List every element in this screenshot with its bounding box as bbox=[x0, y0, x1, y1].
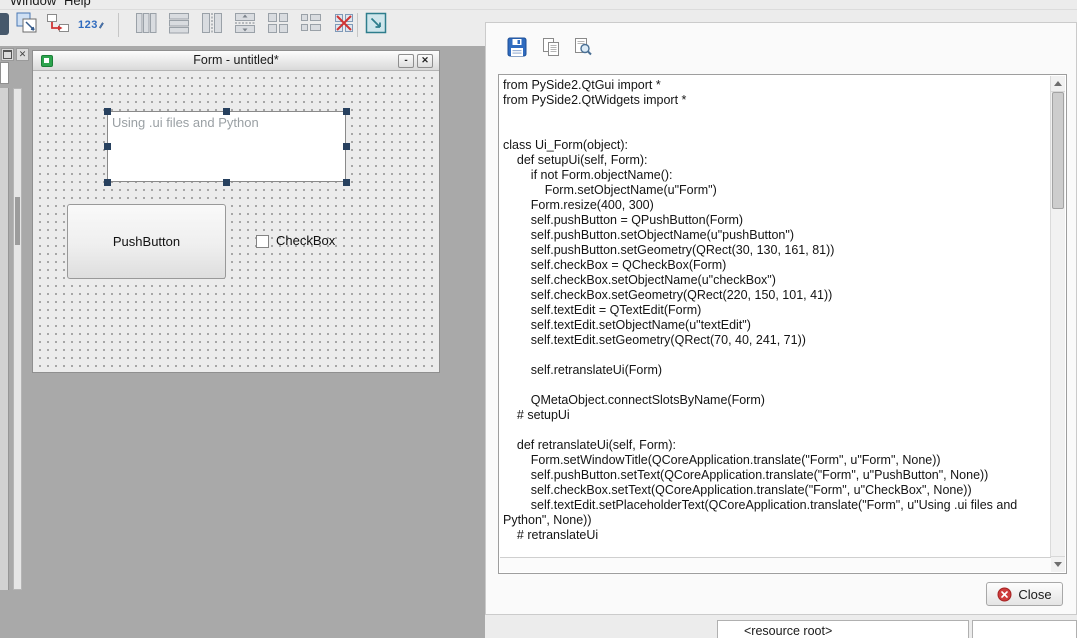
scrollbar-thumb[interactable] bbox=[1052, 92, 1064, 209]
layout-vertically-button[interactable] bbox=[166, 12, 192, 38]
menubar: Window Help bbox=[0, 0, 1077, 10]
code-preview-dialog: from PySide2.QtGui import * from PySide2… bbox=[485, 22, 1077, 615]
form-window-title: Form - untitled* bbox=[33, 53, 439, 67]
dock-panel-edge bbox=[0, 88, 9, 590]
edit-signals-slots-icon bbox=[45, 10, 71, 41]
dock-close-button[interactable]: ✕ bbox=[16, 48, 29, 61]
form-editor-window: Form - untitled* - ✕ Using .ui files and… bbox=[32, 50, 440, 373]
up-triangle-icon bbox=[1054, 81, 1062, 86]
toolbar-separator bbox=[118, 13, 119, 37]
dock-close-icon: ✕ bbox=[19, 49, 27, 60]
layout-vertical-splitter-button[interactable] bbox=[232, 12, 258, 38]
layout-horizontal-splitter-button[interactable] bbox=[199, 12, 225, 38]
edit-tab-order-button[interactable]: 123 bbox=[78, 12, 104, 38]
dock-panel-fragment bbox=[0, 62, 9, 84]
edit-tab-order-icon: 123 bbox=[78, 19, 98, 31]
find-button[interactable] bbox=[570, 36, 596, 62]
close-circle-icon bbox=[997, 587, 1012, 602]
checkbox-indicator[interactable] bbox=[256, 235, 269, 248]
resource-root-item[interactable]: <resource root> bbox=[744, 624, 832, 638]
adjust-size-button[interactable] bbox=[363, 12, 389, 38]
selection-handle-bottom-right[interactable] bbox=[343, 179, 350, 186]
close-button[interactable]: Close bbox=[986, 582, 1063, 606]
tab-order-pen-icon bbox=[98, 18, 104, 32]
selection-handle-top-left[interactable] bbox=[104, 108, 111, 115]
layout-grid-icon bbox=[266, 11, 290, 40]
form-close-button[interactable]: ✕ bbox=[417, 54, 433, 68]
pushbutton-widget[interactable]: PushButton bbox=[67, 204, 226, 279]
generated-python-code: from PySide2.QtGui import * from PySide2… bbox=[503, 78, 1043, 543]
edit-widgets-button[interactable] bbox=[14, 12, 40, 38]
menu-item-help[interactable]: Help bbox=[64, 0, 91, 8]
break-layout-button[interactable] bbox=[331, 12, 357, 38]
resource-browser-fragment: <resource root> bbox=[717, 620, 969, 638]
menu-item-window[interactable]: Window bbox=[10, 0, 56, 8]
scroll-down-arrow[interactable] bbox=[1051, 556, 1065, 572]
textedit-placeholder-text: Using .ui files and Python bbox=[112, 115, 259, 130]
layout-horizontal-splitter-icon bbox=[200, 11, 224, 40]
dock-float-icon bbox=[3, 50, 12, 59]
checkbox-widget-label[interactable]: CheckBox bbox=[276, 233, 335, 248]
selection-handle-top-right[interactable] bbox=[343, 108, 350, 115]
save-button[interactable] bbox=[504, 36, 530, 62]
layout-horizontally-button[interactable] bbox=[133, 12, 159, 38]
layout-vertical-splitter-icon bbox=[233, 11, 257, 40]
edit-widgets-icon bbox=[14, 10, 40, 41]
page-search-icon bbox=[572, 36, 594, 63]
dock-scrollbar[interactable] bbox=[13, 88, 22, 590]
form-minimize-button[interactable]: - bbox=[398, 54, 414, 68]
panel-fragment bbox=[972, 620, 1077, 638]
selection-handle-middle-left[interactable] bbox=[104, 143, 111, 150]
scroll-up-arrow[interactable] bbox=[1051, 76, 1065, 92]
break-layout-icon bbox=[332, 11, 356, 40]
save-icon bbox=[506, 36, 528, 63]
form-window-titlebar[interactable]: Form - untitled* - ✕ bbox=[33, 51, 439, 71]
layout-vertically-icon bbox=[167, 11, 191, 40]
code-horizontal-scrollbar[interactable] bbox=[500, 557, 1051, 572]
form-design-canvas[interactable]: Using .ui files and Python PushButton Ch… bbox=[33, 71, 439, 372]
layout-form-button[interactable] bbox=[298, 12, 324, 38]
bottom-panel-strip: <resource root> bbox=[485, 615, 1077, 638]
layout-form-icon bbox=[299, 11, 323, 40]
qt-designer-workspace: Window Help bbox=[0, 0, 1077, 638]
selection-handle-middle-right[interactable] bbox=[343, 143, 350, 150]
dock-float-button[interactable] bbox=[1, 48, 14, 61]
textedit-widget[interactable]: Using .ui files and Python bbox=[107, 111, 346, 182]
selection-handle-bottom-middle[interactable] bbox=[223, 179, 230, 186]
adjust-size-icon bbox=[364, 11, 388, 40]
close-button-label: Close bbox=[1018, 587, 1051, 602]
layout-horizontally-icon bbox=[134, 11, 158, 40]
copy-button[interactable] bbox=[538, 36, 564, 62]
selection-handle-top-middle[interactable] bbox=[223, 108, 230, 115]
partial-toolbar-icon[interactable] bbox=[0, 13, 9, 35]
down-triangle-icon bbox=[1054, 562, 1062, 567]
code-view[interactable]: from PySide2.QtGui import * from PySide2… bbox=[498, 74, 1067, 574]
code-vertical-scrollbar[interactable] bbox=[1050, 76, 1065, 572]
copy-icon bbox=[540, 36, 562, 63]
edit-signals-slots-button[interactable] bbox=[45, 12, 71, 38]
layout-grid-button[interactable] bbox=[265, 12, 291, 38]
dock-scrollbar-thumb[interactable] bbox=[15, 197, 20, 245]
selection-handle-bottom-left[interactable] bbox=[104, 179, 111, 186]
toolbar-separator bbox=[357, 13, 358, 37]
